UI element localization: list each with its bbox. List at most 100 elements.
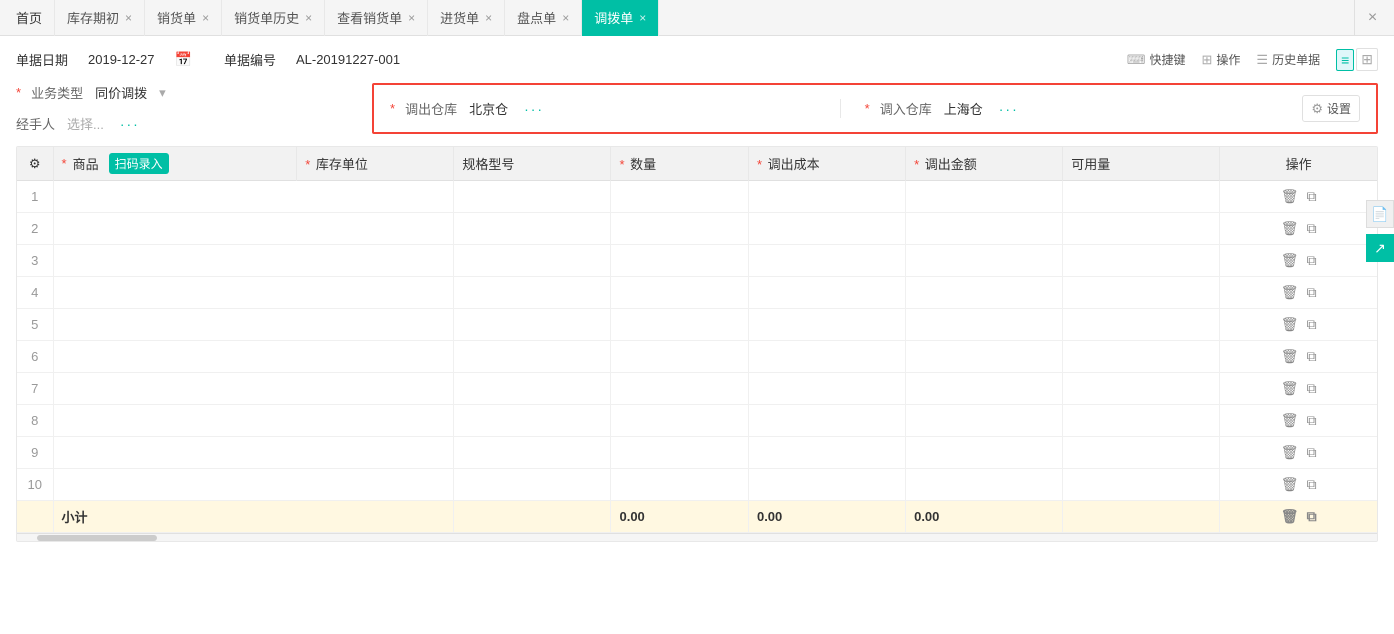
row-product-1[interactable]: [53, 181, 454, 213]
grid-view-btn[interactable]: ⊞: [1356, 48, 1378, 71]
row-unit-6[interactable]: [454, 341, 611, 373]
row-unit-2[interactable]: [454, 213, 611, 245]
delete-icon-1[interactable]: 🗑: [1281, 188, 1299, 205]
row-amount-3[interactable]: [906, 245, 1063, 277]
tab-sales-history[interactable]: 销货单历史 ×: [222, 0, 325, 36]
scrollbar-thumb[interactable]: [37, 535, 157, 541]
out-warehouse-dots-btn[interactable]: ···: [524, 101, 544, 117]
history-btn[interactable]: ☰ 历史单据: [1256, 51, 1320, 68]
row-qty-6[interactable]: [611, 341, 748, 373]
list-view-btn[interactable]: ≡: [1336, 49, 1354, 71]
scan-button[interactable]: 扫码录入: [109, 153, 169, 174]
row-cost-8[interactable]: [748, 405, 905, 437]
row-cost-7[interactable]: [748, 373, 905, 405]
row-product-2[interactable]: [53, 213, 454, 245]
row-product-6[interactable]: [53, 341, 454, 373]
row-amount-7[interactable]: [906, 373, 1063, 405]
row-amount-4[interactable]: [906, 277, 1063, 309]
sidebar-doc-btn[interactable]: 📄: [1366, 200, 1394, 228]
delete-icon-5[interactable]: 🗑: [1281, 316, 1299, 333]
sidebar-expand-btn[interactable]: ↗: [1366, 234, 1394, 262]
row-product-3[interactable]: [53, 245, 454, 277]
row-product-7[interactable]: [53, 373, 454, 405]
row-cost-10[interactable]: [748, 469, 905, 501]
row-cost-2[interactable]: [748, 213, 905, 245]
subtotal-delete-icon[interactable]: 🗑: [1281, 508, 1299, 525]
row-qty-10[interactable]: [611, 469, 748, 501]
copy-icon-8[interactable]: ⧉: [1307, 412, 1317, 429]
handler-dots-btn[interactable]: ···: [120, 116, 140, 132]
row-qty-7[interactable]: [611, 373, 748, 405]
calendar-icon[interactable]: 📅: [175, 51, 192, 68]
tab-transfer[interactable]: 调拨单 ×: [582, 0, 659, 36]
copy-icon-1[interactable]: ⧉: [1307, 188, 1317, 205]
tab-bar-close-btn[interactable]: ×: [1354, 0, 1390, 36]
delete-icon-2[interactable]: 🗑: [1281, 220, 1299, 237]
copy-icon-2[interactable]: ⧉: [1307, 220, 1317, 237]
row-qty-8[interactable]: [611, 405, 748, 437]
horizontal-scrollbar[interactable]: [17, 533, 1377, 541]
copy-icon-9[interactable]: ⧉: [1307, 444, 1317, 461]
row-product-8[interactable]: [53, 405, 454, 437]
row-product-9[interactable]: [53, 437, 454, 469]
in-warehouse-dots-btn[interactable]: ···: [999, 101, 1019, 117]
tab-stock-init-close[interactable]: ×: [125, 11, 132, 25]
shortcuts-btn[interactable]: ⌨ 快捷键: [1127, 51, 1186, 68]
delete-icon-6[interactable]: 🗑: [1281, 348, 1299, 365]
row-unit-7[interactable]: [454, 373, 611, 405]
copy-icon-3[interactable]: ⧉: [1307, 252, 1317, 269]
row-amount-10[interactable]: [906, 469, 1063, 501]
row-unit-3[interactable]: [454, 245, 611, 277]
delete-icon-4[interactable]: 🗑: [1281, 284, 1299, 301]
col-settings-header[interactable]: ⚙: [17, 147, 53, 181]
row-qty-5[interactable]: [611, 309, 748, 341]
row-amount-1[interactable]: [906, 181, 1063, 213]
row-product-5[interactable]: [53, 309, 454, 341]
row-cost-3[interactable]: [748, 245, 905, 277]
row-amount-8[interactable]: [906, 405, 1063, 437]
row-unit-5[interactable]: [454, 309, 611, 341]
tab-sales-history-close[interactable]: ×: [305, 11, 312, 25]
tab-view-sales[interactable]: 查看销货单 ×: [325, 0, 428, 36]
operations-btn[interactable]: ⊞ 操作: [1202, 51, 1241, 68]
tab-view-sales-close[interactable]: ×: [408, 11, 415, 25]
row-cost-1[interactable]: [748, 181, 905, 213]
row-qty-9[interactable]: [611, 437, 748, 469]
tab-inventory-close[interactable]: ×: [562, 11, 569, 25]
row-unit-1[interactable]: [454, 181, 611, 213]
tab-inventory[interactable]: 盘点单 ×: [505, 0, 582, 36]
handler-value[interactable]: 选择...: [67, 114, 104, 133]
delete-icon-3[interactable]: 🗑: [1281, 252, 1299, 269]
row-amount-2[interactable]: [906, 213, 1063, 245]
row-qty-3[interactable]: [611, 245, 748, 277]
row-unit-8[interactable]: [454, 405, 611, 437]
row-qty-4[interactable]: [611, 277, 748, 309]
delete-icon-10[interactable]: 🗑: [1281, 476, 1299, 493]
tab-sales-close[interactable]: ×: [202, 11, 209, 25]
delete-icon-8[interactable]: 🗑: [1281, 412, 1299, 429]
delete-icon-7[interactable]: 🗑: [1281, 380, 1299, 397]
business-type-dropdown-icon[interactable]: ▾: [159, 85, 166, 101]
tab-stock-init[interactable]: 库存期初 ×: [55, 0, 145, 36]
row-product-10[interactable]: [53, 469, 454, 501]
tab-purchase[interactable]: 进货单 ×: [428, 0, 505, 36]
subtotal-copy-icon[interactable]: ⧉: [1307, 508, 1317, 525]
row-cost-9[interactable]: [748, 437, 905, 469]
row-qty-1[interactable]: [611, 181, 748, 213]
tab-purchase-close[interactable]: ×: [485, 11, 492, 25]
copy-icon-7[interactable]: ⧉: [1307, 380, 1317, 397]
tab-sales[interactable]: 销货单 ×: [145, 0, 222, 36]
table-settings-icon[interactable]: ⚙: [29, 156, 41, 171]
delete-icon-9[interactable]: 🗑: [1281, 444, 1299, 461]
copy-icon-10[interactable]: ⧉: [1307, 476, 1317, 493]
row-cost-5[interactable]: [748, 309, 905, 341]
row-unit-9[interactable]: [454, 437, 611, 469]
row-cost-4[interactable]: [748, 277, 905, 309]
row-qty-2[interactable]: [611, 213, 748, 245]
copy-icon-5[interactable]: ⧉: [1307, 316, 1317, 333]
copy-icon-6[interactable]: ⧉: [1307, 348, 1317, 365]
row-unit-4[interactable]: [454, 277, 611, 309]
settings-button[interactable]: ⚙ 设置: [1302, 95, 1360, 122]
copy-icon-4[interactable]: ⧉: [1307, 284, 1317, 301]
tab-home[interactable]: 首页: [4, 0, 55, 36]
